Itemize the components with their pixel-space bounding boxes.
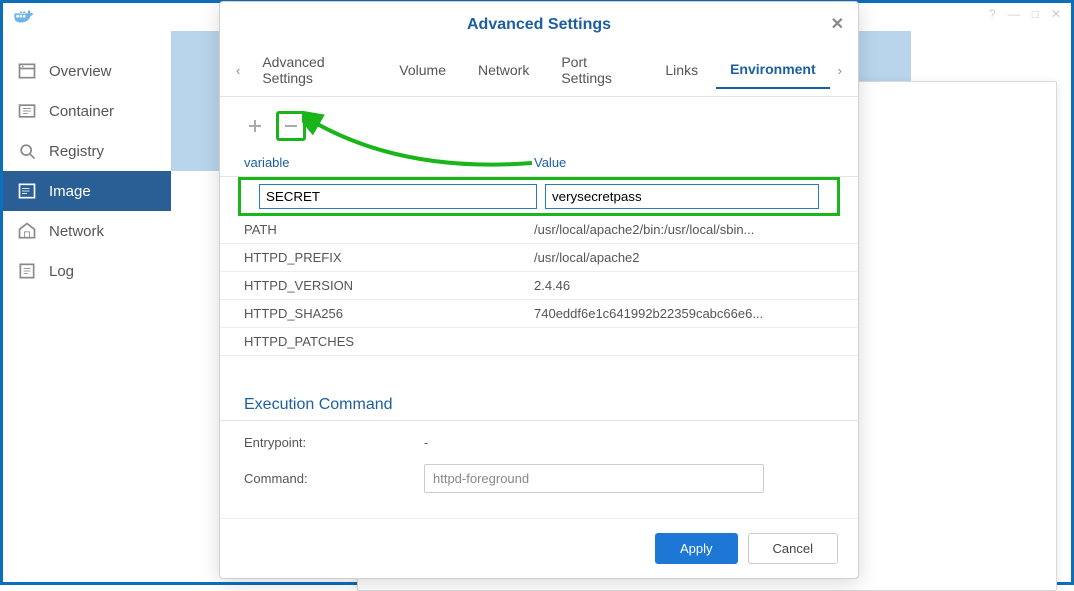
- env-variable-cell: HTTPD_SHA256: [244, 306, 534, 321]
- cancel-button[interactable]: Cancel: [748, 533, 838, 564]
- tab-links[interactable]: Links: [651, 52, 712, 88]
- env-variable-cell: HTTPD_PREFIX: [244, 250, 534, 265]
- window-controls: ? — □ ✕: [989, 7, 1061, 21]
- log-icon: [17, 261, 37, 281]
- sidebar-item-label: Overview: [49, 63, 112, 80]
- sidebar-item-registry[interactable]: Registry: [3, 131, 171, 171]
- env-row[interactable]: HTTPD_PATCHES: [220, 328, 858, 356]
- add-var-button[interactable]: [242, 113, 268, 139]
- env-value-cell: /usr/local/apache2/bin:/usr/local/sbin..…: [534, 222, 834, 237]
- env-value-cell: 740eddf6e1c641992b22359cabc66e6...: [534, 306, 834, 321]
- sidebar-item-label: Network: [49, 223, 104, 240]
- env-value-cell: /usr/local/apache2: [534, 250, 834, 265]
- container-icon: [17, 101, 37, 121]
- close-icon[interactable]: ✕: [831, 14, 844, 34]
- exec-command-heading: Execution Command: [220, 380, 858, 421]
- maximize-icon[interactable]: □: [1032, 7, 1039, 21]
- advanced-settings-dialog: Advanced Settings ✕ ‹ Advanced Settings …: [219, 1, 859, 579]
- close-window-icon[interactable]: ✕: [1051, 7, 1061, 21]
- tab-bar: ‹ Advanced Settings Volume Network Port …: [220, 44, 858, 97]
- sidebar-item-label: Container: [49, 103, 114, 120]
- entrypoint-value: -: [424, 435, 428, 450]
- env-toolbar: [220, 97, 858, 149]
- tab-environment[interactable]: Environment: [716, 51, 830, 89]
- env-row[interactable]: HTTPD_VERSION 2.4.46: [220, 272, 858, 300]
- env-table-header: variable Value: [220, 149, 858, 177]
- col-header-value: Value: [534, 155, 834, 170]
- sidebar-item-label: Registry: [49, 143, 104, 160]
- command-label: Command:: [244, 471, 424, 486]
- sidebar-item-overview[interactable]: Overview: [3, 51, 171, 91]
- help-icon[interactable]: ?: [989, 7, 996, 21]
- registry-icon: [17, 141, 37, 161]
- overview-icon: [17, 61, 37, 81]
- env-variable-cell: HTTPD_PATCHES: [244, 334, 534, 349]
- tab-volume[interactable]: Volume: [385, 52, 460, 88]
- env-variable-input[interactable]: [259, 184, 537, 209]
- entrypoint-row: Entrypoint: -: [220, 421, 858, 450]
- env-row[interactable]: HTTPD_SHA256 740eddf6e1c641992b22359cabc…: [220, 300, 858, 328]
- minus-icon: [283, 118, 299, 134]
- tab-advanced-settings[interactable]: Advanced Settings: [248, 44, 381, 96]
- env-value-cell: 2.4.46: [534, 278, 834, 293]
- env-variable-cell: PATH: [244, 222, 534, 237]
- sidebar: Overview Container Registry Image Networ…: [3, 31, 171, 582]
- sidebar-item-label: Log: [49, 263, 74, 280]
- sidebar-item-label: Image: [49, 183, 91, 200]
- env-value-input[interactable]: [545, 184, 819, 209]
- entrypoint-label: Entrypoint:: [244, 435, 424, 450]
- tab-network[interactable]: Network: [464, 52, 543, 88]
- sidebar-item-container[interactable]: Container: [3, 91, 171, 131]
- dialog-footer: Apply Cancel: [220, 518, 858, 578]
- tab-prev-icon[interactable]: ‹: [232, 57, 244, 84]
- network-icon: [17, 221, 37, 241]
- remove-var-button[interactable]: [276, 111, 306, 141]
- dialog-title: Advanced Settings ✕: [220, 2, 858, 44]
- docker-logo-icon: [13, 6, 33, 29]
- command-input[interactable]: [424, 464, 764, 493]
- apply-button[interactable]: Apply: [655, 533, 738, 564]
- col-header-variable: variable: [244, 155, 534, 170]
- env-row-selected[interactable]: [238, 177, 840, 216]
- image-icon: [17, 181, 37, 201]
- env-row[interactable]: HTTPD_PREFIX /usr/local/apache2: [220, 244, 858, 272]
- tab-next-icon[interactable]: ›: [834, 57, 846, 84]
- dialog-title-text: Advanced Settings: [467, 16, 611, 33]
- command-row: Command:: [220, 450, 858, 493]
- env-value-cell: [534, 334, 834, 349]
- minimize-icon[interactable]: —: [1008, 7, 1020, 21]
- plus-icon: [247, 118, 263, 134]
- env-variable-cell: HTTPD_VERSION: [244, 278, 534, 293]
- env-row[interactable]: PATH /usr/local/apache2/bin:/usr/local/s…: [220, 216, 858, 244]
- sidebar-item-log[interactable]: Log: [3, 251, 171, 291]
- tab-port-settings[interactable]: Port Settings: [547, 44, 647, 96]
- sidebar-item-network[interactable]: Network: [3, 211, 171, 251]
- sidebar-item-image[interactable]: Image: [3, 171, 171, 211]
